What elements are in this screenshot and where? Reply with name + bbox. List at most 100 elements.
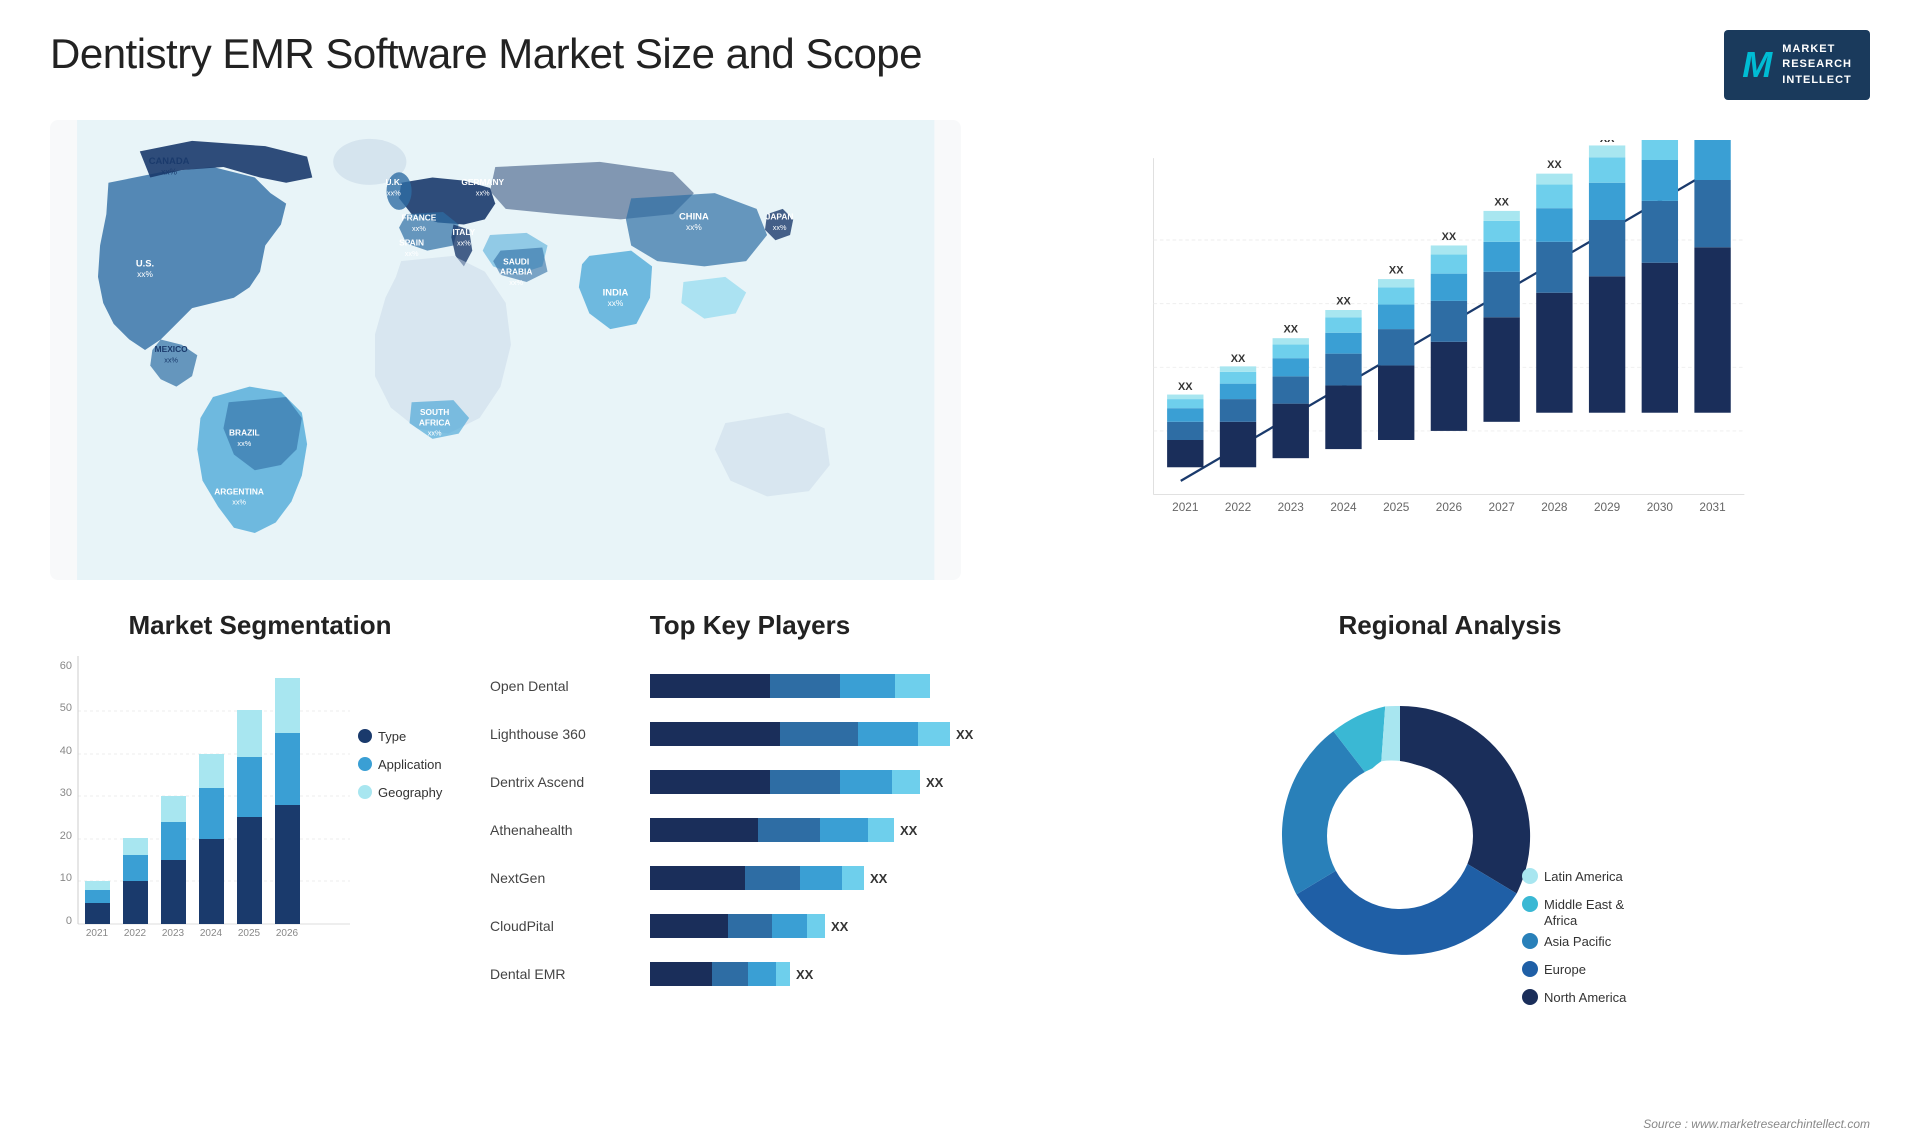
svg-text:xx%: xx% [476,188,490,197]
svg-text:FRANCE: FRANCE [402,213,437,223]
world-map-svg: CANADA xx% U.S. xx% MEXICO xx% BRAZIL xx… [50,120,961,580]
svg-text:xx%: xx% [608,298,624,308]
svg-text:2023: 2023 [162,928,185,939]
svg-text:ARABIA: ARABIA [500,267,533,277]
svg-text:Dentrix Ascend: Dentrix Ascend [490,774,584,790]
svg-text:Africa: Africa [1544,913,1578,928]
source-text: Source : www.marketresearchintellect.com [1643,1117,1870,1131]
svg-text:Latin America: Latin America [1544,869,1624,884]
svg-text:2024: 2024 [200,928,223,939]
svg-text:SOUTH: SOUTH [420,407,449,417]
svg-text:BRAZIL: BRAZIL [229,428,260,438]
svg-text:xx%: xx% [387,188,401,197]
svg-text:SAUDI: SAUDI [503,256,529,266]
svg-text:MEXICO: MEXICO [155,344,188,354]
svg-text:Lighthouse 360: Lighthouse 360 [490,726,586,742]
regional-content: Latin America Middle East & Africa Asia … [1030,656,1870,1036]
svg-text:XX: XX [1495,197,1510,209]
logo-text: MARKET RESEARCH INTELLECT [1782,42,1852,88]
svg-text:INDIA: INDIA [603,287,629,298]
svg-text:xx%: xx% [405,249,419,258]
svg-text:GERMANY: GERMANY [461,177,504,187]
svg-text:Geography: Geography [378,785,443,800]
svg-text:NextGen: NextGen [490,870,545,886]
svg-text:2031: 2031 [1700,500,1726,514]
key-players-title: Top Key Players [490,610,1010,641]
svg-text:Athenahealth: Athenahealth [490,822,573,838]
svg-text:XX: XX [1231,353,1246,365]
svg-text:xx%: xx% [428,429,442,438]
svg-text:XX: XX [1389,265,1404,277]
regional-title: Regional Analysis [1030,610,1870,641]
svg-text:Europe: Europe [1544,962,1586,977]
svg-text:CHINA: CHINA [679,210,709,221]
svg-text:2021: 2021 [1173,500,1199,514]
svg-text:CloudPital: CloudPital [490,918,554,934]
svg-text:XX: XX [1442,231,1457,243]
svg-text:2028: 2028 [1542,500,1569,514]
svg-text:XX: XX [796,967,814,982]
svg-text:2029: 2029 [1594,500,1620,514]
svg-text:U.S.: U.S. [136,258,154,269]
svg-text:2026: 2026 [1436,500,1463,514]
svg-text:30: 30 [60,787,72,799]
regional-section: Regional Analysis [1030,610,1870,1050]
svg-text:XX: XX [1600,140,1615,145]
svg-text:2022: 2022 [124,928,147,939]
svg-text:2025: 2025 [1383,500,1410,514]
svg-text:xx%: xx% [161,167,177,177]
svg-text:50: 50 [60,702,72,714]
svg-text:ITALY: ITALY [453,227,476,237]
svg-text:U.K.: U.K. [385,177,402,187]
svg-text:60: 60 [60,660,72,672]
svg-text:2024: 2024 [1331,500,1358,514]
svg-text:xx%: xx% [686,222,702,232]
svg-text:XX: XX [956,727,974,742]
svg-text:XX: XX [900,823,918,838]
svg-text:XX: XX [1178,381,1193,393]
logo-area: M MARKET RESEARCH INTELLECT [1724,30,1870,100]
header: Dentistry EMR Software Market Size and S… [50,30,1870,100]
svg-text:Asia Pacific: Asia Pacific [1544,934,1612,949]
svg-text:2030: 2030 [1647,500,1674,514]
svg-text:2026: 2026 [276,928,299,939]
top-section: CANADA xx% U.S. xx% MEXICO xx% BRAZIL xx… [50,120,1870,580]
svg-text:XX: XX [831,919,849,934]
svg-text:2025: 2025 [238,928,261,939]
svg-text:XX: XX [1337,296,1352,308]
regional-chart-svg: Latin America Middle East & Africa Asia … [1220,656,1680,1036]
logo-m-icon: M [1742,44,1772,86]
svg-text:40: 40 [60,745,72,757]
svg-text:XX: XX [870,871,888,886]
svg-text:xx%: xx% [237,439,251,448]
svg-text:xx%: xx% [412,224,426,233]
svg-text:SPAIN: SPAIN [399,238,424,248]
svg-text:ARGENTINA: ARGENTINA [214,486,264,496]
svg-text:Application: Application [378,757,442,772]
svg-text:xx%: xx% [773,223,787,232]
svg-text:2021: 2021 [86,928,109,939]
svg-text:xx%: xx% [232,498,246,507]
svg-text:Open Dental: Open Dental [490,678,569,694]
svg-text:0: 0 [66,915,72,927]
svg-text:xx%: xx% [137,269,153,279]
svg-text:Type: Type [378,729,406,744]
svg-text:2023: 2023 [1278,500,1305,514]
svg-text:North America: North America [1544,990,1627,1005]
segmentation-section: Market Segmentation 0 10 20 30 40 50 60 [50,610,470,1050]
logo-box: M MARKET RESEARCH INTELLECT [1724,30,1870,100]
svg-text:AFRICA: AFRICA [419,417,451,427]
page-title: Dentistry EMR Software Market Size and S… [50,30,922,78]
svg-text:xx%: xx% [457,239,471,248]
svg-text:CANADA: CANADA [149,155,190,166]
svg-text:10: 10 [60,872,72,884]
svg-text:Dental EMR: Dental EMR [490,966,565,982]
svg-text:XX: XX [1284,324,1299,336]
bottom-section: Market Segmentation 0 10 20 30 40 50 60 [50,610,1870,1050]
svg-text:2022: 2022 [1225,500,1251,514]
segmentation-chart-svg: 0 10 20 30 40 50 60 2021 [50,656,470,976]
svg-text:Middle East &: Middle East & [1544,897,1625,912]
page-container: Dentistry EMR Software Market Size and S… [0,0,1920,1146]
svg-text:XX: XX [926,775,944,790]
svg-text:XX: XX [1548,159,1563,171]
